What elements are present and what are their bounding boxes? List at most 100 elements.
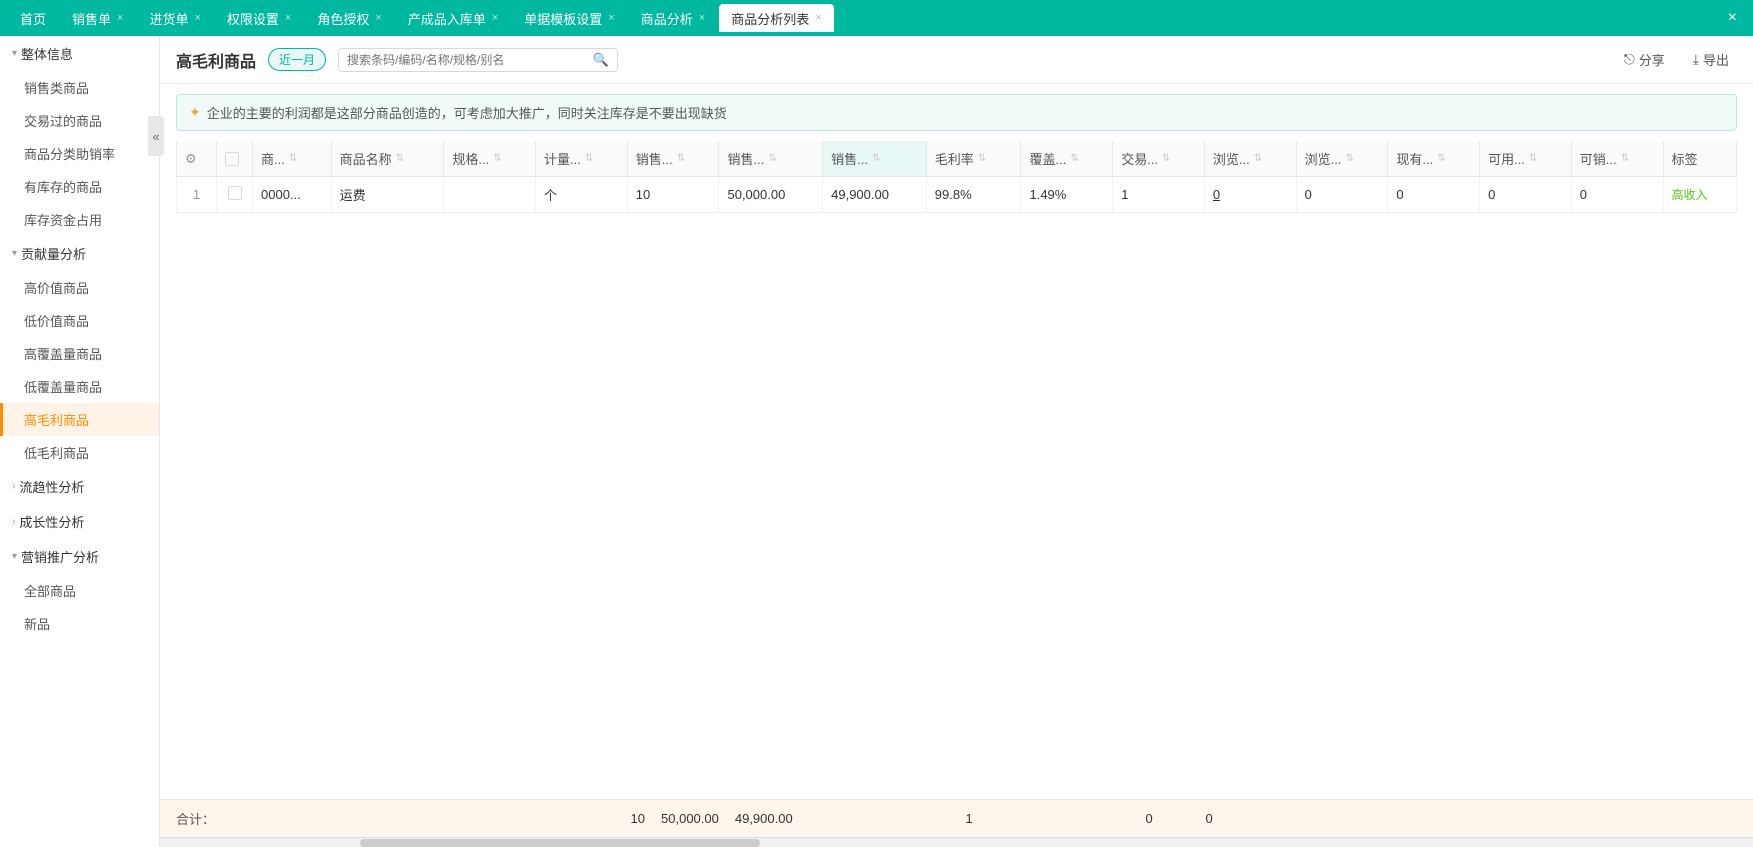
sidebar-group-growth[interactable]: › 成长性分析	[0, 504, 159, 539]
sidebar-item-all-goods[interactable]: 全部商品	[0, 574, 159, 607]
th-transactions[interactable]: 交易... ⇅	[1113, 141, 1205, 177]
info-icon: ✦	[189, 104, 201, 121]
views1-link[interactable]: 0	[1213, 187, 1220, 202]
nav-tab-home[interactable]: 首页	[8, 4, 58, 32]
sidebar-collapse-button[interactable]: «	[148, 116, 164, 156]
sidebar-group-marketing-label: 营销推广分析	[21, 547, 99, 566]
nav-close-all-button[interactable]: ×	[1720, 5, 1745, 31]
th-sellable[interactable]: 可销... ⇅	[1571, 141, 1663, 177]
info-banner-text: 企业的主要的利润都是这部分商品创造的，可考虑加大推广，同时关注库存是不要出现缺货	[207, 103, 727, 122]
sidebar-item-in-stock[interactable]: 有库存的商品	[0, 170, 159, 203]
footer-label: 合计：	[176, 809, 227, 828]
trend-arrow-icon: ›	[12, 481, 15, 492]
th-available[interactable]: 可用... ⇅	[1480, 141, 1572, 177]
cell-sku: 0000...	[253, 177, 332, 213]
collapse-icon: «	[152, 129, 159, 144]
sidebar-item-low-margin[interactable]: 低毛利商品	[0, 436, 159, 469]
scroll-thumb[interactable]	[360, 839, 760, 847]
sidebar-item-category-rate[interactable]: 商品分类助销率	[0, 137, 159, 170]
nav-tab-sales-label: 销售单	[72, 9, 111, 28]
sort-coverage-icon: ⇅	[1070, 153, 1078, 164]
search-input[interactable]	[347, 53, 587, 67]
cell-coverage: 1.49%	[1021, 177, 1113, 213]
export-label: 导出	[1703, 50, 1729, 69]
nav-tab-role-close[interactable]: ×	[375, 12, 381, 24]
contribution-arrow-icon: ▾	[12, 248, 17, 259]
table-container: ⚙ 商... ⇅ 商品名称	[160, 141, 1753, 799]
nav-tab-sales[interactable]: 销售单 ×	[60, 4, 135, 32]
th-sales-qty[interactable]: 销售... ⇅	[627, 141, 719, 177]
th-current-stock[interactable]: 现有... ⇅	[1388, 141, 1480, 177]
cell-available: 0	[1480, 177, 1572, 213]
sort-sales-cost-icon: ⇅	[872, 153, 880, 164]
share-button[interactable]: ⎋ 分享	[1616, 46, 1673, 73]
th-views1[interactable]: 浏览... ⇅	[1204, 141, 1296, 177]
tag-badge: 高收入	[1672, 188, 1708, 202]
sidebar-item-high-value[interactable]: 高价值商品	[0, 271, 159, 304]
search-icon[interactable]: 🔍	[593, 52, 609, 68]
marketing-arrow-icon: ▾	[12, 551, 17, 562]
th-settings[interactable]: ⚙	[177, 141, 217, 177]
sidebar-group-overall[interactable]: ▾ 整体信息	[0, 36, 159, 71]
sidebar-item-new-goods[interactable]: 新品	[0, 607, 159, 640]
nav-tab-template-close[interactable]: ×	[608, 12, 614, 24]
nav-tab-sales-close[interactable]: ×	[117, 12, 123, 24]
nav-tab-template[interactable]: 单据模板设置 ×	[512, 4, 626, 32]
cell-sales-amount: 50,000.00	[719, 177, 823, 213]
sidebar-group-marketing[interactable]: ▾ 营销推广分析	[0, 539, 159, 574]
table-header-row: ⚙ 商... ⇅ 商品名称	[177, 141, 1737, 177]
time-filter-button[interactable]: 近一月	[268, 48, 326, 71]
sort-current-stock-icon: ⇅	[1437, 153, 1445, 164]
growth-arrow-icon: ›	[12, 516, 15, 527]
sidebar-item-high-coverage[interactable]: 高覆盖量商品	[0, 337, 159, 370]
row-checkbox[interactable]	[228, 186, 242, 200]
search-box[interactable]: 🔍	[338, 48, 618, 72]
nav-tab-purchase-close[interactable]: ×	[194, 12, 200, 24]
header-checkbox[interactable]	[225, 152, 239, 166]
nav-tab-permission-label: 权限设置	[227, 9, 279, 28]
th-gross-margin[interactable]: 毛利率 ⇅	[926, 141, 1021, 177]
sidebar-group-contribution-label: 贡献量分析	[21, 244, 86, 263]
th-views2[interactable]: 浏览... ⇅	[1296, 141, 1388, 177]
sort-views2-icon: ⇅	[1345, 153, 1353, 164]
nav-tab-stock-in[interactable]: 产成品入库单 ×	[396, 4, 510, 32]
cell-views1[interactable]: 0	[1204, 177, 1296, 213]
nav-tab-permission-close[interactable]: ×	[285, 12, 291, 24]
sidebar-item-low-coverage[interactable]: 低覆盖量商品	[0, 370, 159, 403]
export-button[interactable]: ⤓ 导出	[1685, 46, 1737, 73]
nav-tab-analysis[interactable]: 商品分析 ×	[629, 4, 717, 32]
th-unit[interactable]: 计量... ⇅	[536, 141, 628, 177]
main-layout: ▾ 整体信息 销售类商品 交易过的商品 商品分类助销率 有库存的商品 库存资金占…	[0, 36, 1753, 847]
nav-tab-purchase[interactable]: 进货单 ×	[137, 4, 212, 32]
nav-tab-analysis-list-close[interactable]: ×	[815, 12, 821, 24]
nav-tab-permission[interactable]: 权限设置 ×	[215, 4, 303, 32]
sidebar-group-trend[interactable]: › 流趋性分析	[0, 469, 159, 504]
nav-tab-stock-in-label: 产成品入库单	[408, 9, 486, 28]
sidebar-item-stock-capital[interactable]: 库存资金占用	[0, 203, 159, 236]
th-tag[interactable]: 标签	[1663, 141, 1736, 177]
nav-tab-analysis-list[interactable]: 商品分析列表 ×	[719, 4, 833, 32]
th-name[interactable]: 商品名称 ⇅	[331, 141, 444, 177]
horizontal-scrollbar[interactable]	[160, 837, 1753, 847]
sidebar-group-contribution[interactable]: ▾ 贡献量分析	[0, 236, 159, 271]
sidebar-item-low-value[interactable]: 低价值商品	[0, 304, 159, 337]
cell-transactions: 1	[1113, 177, 1205, 213]
cell-sellable: 0	[1571, 177, 1663, 213]
th-sku[interactable]: 商... ⇅	[253, 141, 332, 177]
nav-tab-role[interactable]: 角色授权 ×	[305, 4, 393, 32]
nav-tab-analysis-close[interactable]: ×	[699, 12, 705, 24]
sort-spec-icon: ⇅	[493, 153, 501, 164]
sort-available-icon: ⇅	[1529, 153, 1537, 164]
th-coverage[interactable]: 覆盖... ⇅	[1021, 141, 1113, 177]
settings-icon[interactable]: ⚙	[185, 151, 197, 167]
sidebar-item-sales-goods[interactable]: 销售类商品	[0, 71, 159, 104]
sidebar-item-high-margin[interactable]: 高毛利商品	[0, 403, 159, 436]
th-sales-amount[interactable]: 销售... ⇅	[719, 141, 823, 177]
nav-tab-stock-in-close[interactable]: ×	[492, 12, 498, 24]
th-sales-cost[interactable]: 销售... ⇅	[823, 141, 927, 177]
cell-checkbox[interactable]	[217, 177, 253, 213]
sort-sales-qty-icon: ⇅	[677, 153, 685, 164]
sidebar-item-traded-goods[interactable]: 交易过的商品	[0, 104, 159, 137]
cell-sales-qty: 10	[627, 177, 719, 213]
th-spec[interactable]: 规格... ⇅	[444, 141, 536, 177]
